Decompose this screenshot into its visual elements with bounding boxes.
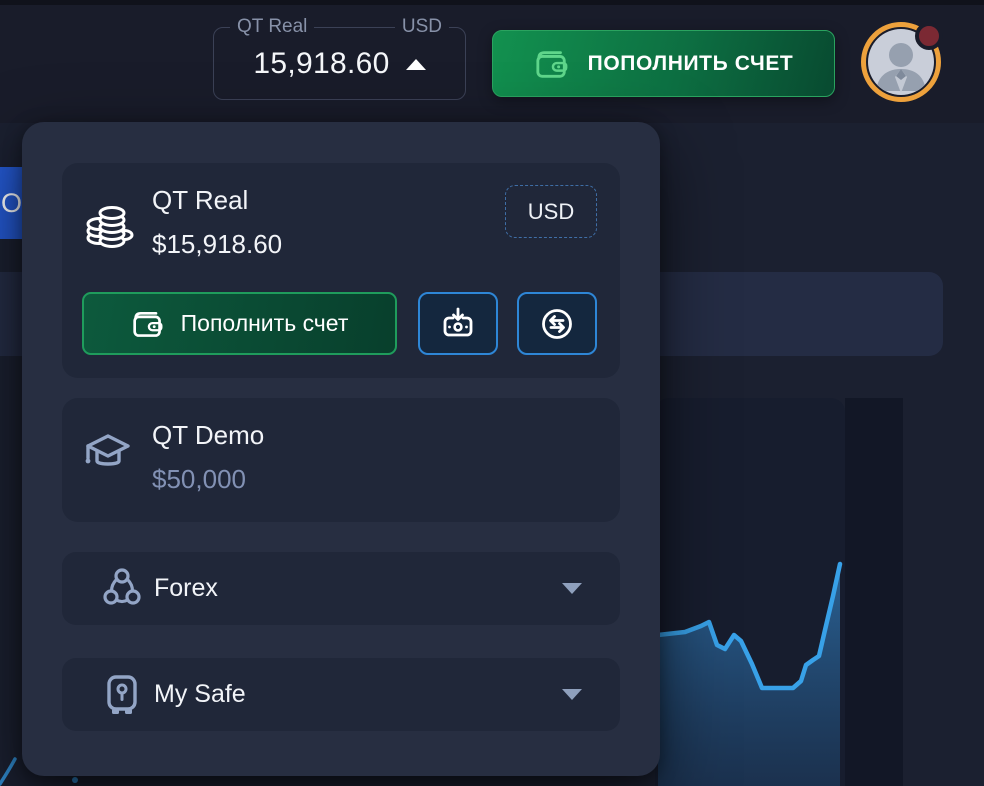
demo-account-balance: $50,000	[152, 464, 246, 494]
transfer-button[interactable]	[517, 292, 597, 355]
wallet-icon	[132, 311, 163, 337]
live-account-name: QT Real	[152, 185, 249, 215]
notification-dot	[915, 22, 943, 50]
topbar: QT Real USD 15,918.60 ПОПОЛНИТЬ СЧЕТ	[0, 0, 984, 123]
transfer-icon	[542, 308, 572, 339]
graduation-cap-icon	[85, 434, 130, 466]
demo-account-card[interactable]: QT Demo $50,000	[62, 398, 620, 522]
safe-icon	[107, 674, 137, 714]
collapse-arrow-icon	[405, 59, 426, 70]
background-price-chart	[655, 561, 843, 786]
user-avatar[interactable]	[861, 22, 943, 102]
withdrawal-icon	[443, 307, 473, 336]
menu-item-label: My Safe	[154, 680, 246, 708]
chevron-down-icon	[562, 583, 582, 594]
menu-item-label: Forex	[154, 574, 218, 602]
deposit-button-label: Пополнить счет	[180, 310, 349, 336]
deposit-button-topbar[interactable]: ПОПОЛНИТЬ СЧЕТ	[492, 30, 835, 97]
app-root: OS QT Real USD 15,918.60 ПОПОЛНИТЬ СЧЕТ	[0, 0, 984, 786]
deposit-button-label: ПОПОЛНИТЬ СЧЕТ	[587, 51, 794, 75]
account-currency-label: USD	[394, 15, 449, 39]
chart-area-fill	[658, 564, 840, 786]
account-dropdown-panel: QT Real $15,918.60 USD Пополнить счет QT…	[22, 122, 660, 776]
demo-account-name: QT Demo	[152, 420, 265, 450]
live-account-balance: $15,918.60	[152, 229, 283, 259]
currency-badge[interactable]: USD	[505, 185, 597, 238]
menu-item-my-safe[interactable]: My Safe	[62, 658, 620, 731]
withdrawal-button[interactable]	[418, 292, 498, 355]
topbar-top-strip	[0, 0, 984, 5]
coins-icon	[86, 206, 134, 248]
menu-item-forex[interactable]: Forex	[62, 552, 620, 625]
currency-badge-label: USD	[527, 198, 575, 224]
deposit-button-dropdown[interactable]: Пополнить счет	[82, 292, 397, 355]
chevron-down-icon	[562, 689, 582, 700]
forex-icon	[103, 567, 141, 605]
account-balance-value: 15,918.60	[253, 46, 390, 80]
wallet-icon	[536, 50, 568, 78]
account-type-label: QT Real	[230, 15, 315, 39]
live-account-card: QT Real $15,918.60 USD Пополнить счет	[62, 163, 620, 378]
account-balance-selector[interactable]: QT Real USD 15,918.60	[213, 15, 466, 100]
background-column	[845, 398, 903, 786]
